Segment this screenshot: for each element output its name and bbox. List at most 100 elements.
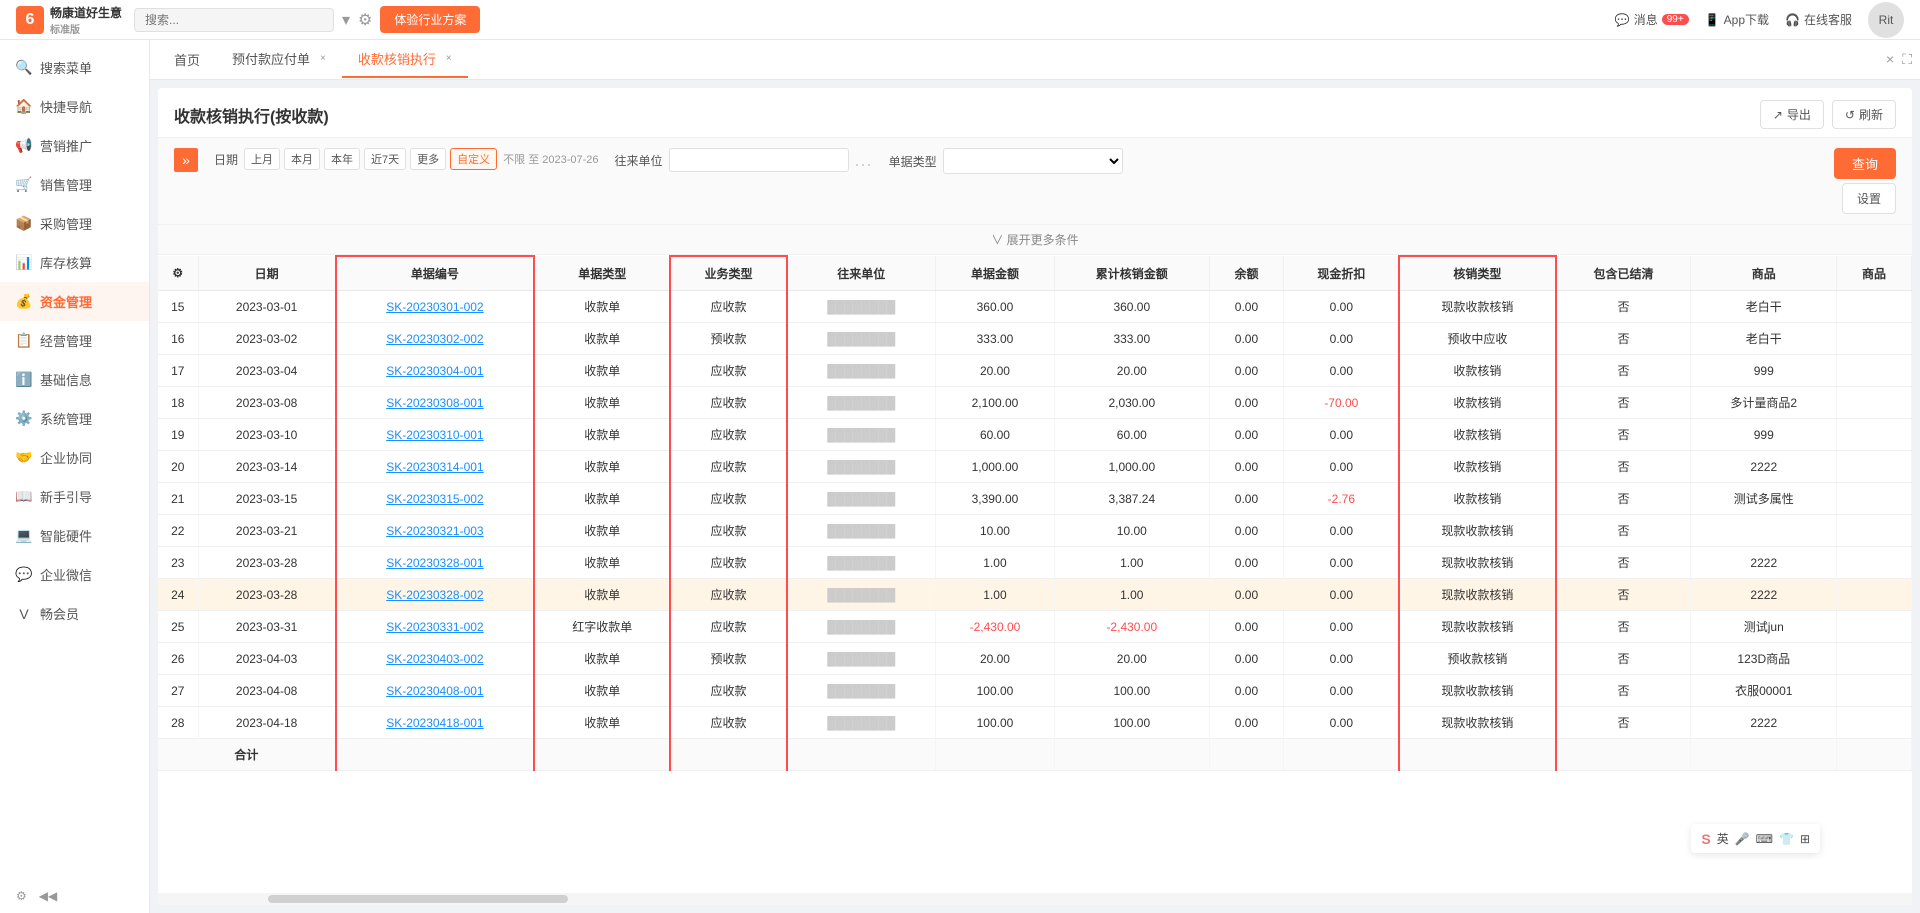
solution-button[interactable]: 体验行业方案 [380, 6, 480, 33]
cell-cancel-type: 现款收款核销 [1399, 707, 1555, 739]
sidebar-item-purchase[interactable]: 📦 采购管理 [0, 204, 149, 243]
sidebar-item-system[interactable]: ⚙️ 系统管理 [0, 399, 149, 438]
watermark-shirt-icon: 👕 [1779, 832, 1794, 846]
sidebar-item-basic-info[interactable]: ℹ️ 基础信息 [0, 360, 149, 399]
cell-include-cleared: 否 [1556, 611, 1691, 643]
cell-bill-no[interactable]: SK-20230331-002 [336, 611, 534, 643]
expand-more-bar[interactable]: ∨ 展开更多条件 [158, 225, 1912, 255]
bill-no-link[interactable]: SK-20230418-001 [386, 716, 483, 730]
tab-close-all-icon[interactable]: × [1886, 51, 1894, 68]
filter-bill-type-select[interactable] [943, 148, 1123, 174]
sidebar-item-hardware[interactable]: 💻 智能硬件 [0, 516, 149, 555]
bill-no-link[interactable]: SK-20230315-002 [386, 492, 483, 506]
topbar-chevron-icon[interactable]: ▾ [342, 10, 350, 30]
cell-bill-no[interactable]: SK-20230304-001 [336, 355, 534, 387]
scroll-thumb[interactable] [268, 895, 568, 903]
filter-date-this-month[interactable]: 本月 [284, 148, 320, 170]
tab-prepayment[interactable]: 预付款应付单 × [216, 41, 342, 78]
sidebar-item-enterprise[interactable]: 🤝 企业协同 [0, 438, 149, 477]
cell-product2 [1837, 387, 1912, 419]
cell-bill-no[interactable]: SK-20230403-002 [336, 643, 534, 675]
scroll-bar-row[interactable] [158, 893, 1912, 905]
bill-no-link[interactable]: SK-20230321-003 [386, 524, 483, 538]
sidebar-item-quick-nav[interactable]: 🏠 快捷导航 [0, 87, 149, 126]
bill-no-link[interactable]: SK-20230328-001 [386, 556, 483, 570]
cell-bill-no[interactable]: SK-20230418-001 [336, 707, 534, 739]
cell-bill-no[interactable]: SK-20230328-001 [336, 547, 534, 579]
headset-icon: 🎧 [1785, 13, 1800, 27]
filter-date-more[interactable]: 更多 [410, 148, 446, 170]
cell-bill-type: 收款单 [534, 451, 670, 483]
filter-date-custom[interactable]: 自定义 [450, 148, 497, 170]
sidebar-item-operations[interactable]: 📋 经营管理 [0, 321, 149, 360]
filter-date-7days[interactable]: 近7天 [364, 148, 406, 170]
bill-no-link[interactable]: SK-20230302-002 [386, 332, 483, 346]
table-row: 262023-04-03SK-20230403-002收款单预收款███████… [158, 643, 1912, 675]
cell-product2 [1837, 451, 1912, 483]
sidebar-item-finance[interactable]: 💰 资金管理 [0, 282, 149, 321]
filter-partner-group: 往来单位 ... [615, 148, 873, 172]
online-service-action[interactable]: 🎧 在线客服 [1785, 11, 1852, 28]
cell-cumulative: 1,000.00 [1055, 451, 1210, 483]
bill-no-link[interactable]: SK-20230314-001 [386, 460, 483, 474]
topbar-settings-icon[interactable]: ⚙ [358, 10, 372, 30]
bill-no-link[interactable]: SK-20230331-002 [386, 620, 483, 634]
logo-area: 6 畅康道好生意 标准版 [16, 4, 122, 36]
cell-product1: 测试多属性 [1691, 483, 1837, 515]
cell-bill-no[interactable]: SK-20230315-002 [336, 483, 534, 515]
filter-toggle-button[interactable]: » [174, 148, 198, 172]
filter-date-this-year[interactable]: 本年 [324, 148, 360, 170]
cell-balance: 0.00 [1209, 707, 1284, 739]
sidebar-item-member[interactable]: V 畅会员 [0, 594, 149, 633]
bill-no-link[interactable]: SK-20230301-002 [386, 300, 483, 314]
cell-bill-no[interactable]: SK-20230302-002 [336, 323, 534, 355]
cell-bill-type: 红字收款单 [534, 611, 670, 643]
cell-discount: 0.00 [1284, 451, 1399, 483]
filter-date-label: 日期 [214, 151, 238, 168]
data-table: ⚙ 日期 单据编号 单据类型 业务类型 往来单位 单据金额 累计核销金额 余额 … [158, 255, 1912, 771]
sidebar-item-marketing[interactable]: 📢 营销推广 [0, 126, 149, 165]
col-settings[interactable]: ⚙ [158, 256, 198, 291]
total-cell [1691, 739, 1837, 771]
message-action[interactable]: 💬 消息 99+ [1615, 11, 1689, 28]
refresh-button[interactable]: ↺ 刷新 [1832, 100, 1896, 129]
cell-bill-no[interactable]: SK-20230314-001 [336, 451, 534, 483]
sidebar-item-sales[interactable]: 🛒 销售管理 [0, 165, 149, 204]
cell-cancel-type: 收款核销 [1399, 419, 1555, 451]
bill-no-link[interactable]: SK-20230408-001 [386, 684, 483, 698]
sidebar-item-guide[interactable]: 📖 新手引导 [0, 477, 149, 516]
tab-prepayment-close-icon[interactable]: × [320, 53, 326, 64]
cell-balance: 0.00 [1209, 547, 1284, 579]
bill-no-link[interactable]: SK-20230308-001 [386, 396, 483, 410]
query-button[interactable]: 查询 [1834, 148, 1896, 179]
bill-no-link[interactable]: SK-20230328-002 [386, 588, 483, 602]
sidebar-collapse-icon[interactable]: ◀◀ [39, 889, 57, 903]
tab-collection-close-icon[interactable]: × [446, 53, 452, 64]
sidebar-item-wechat[interactable]: 💬 企业微信 [0, 555, 149, 594]
bill-no-link[interactable]: SK-20230304-001 [386, 364, 483, 378]
tab-collection[interactable]: 收款核销执行 × [342, 41, 468, 78]
cell-bill-no[interactable]: SK-20230310-001 [336, 419, 534, 451]
cell-bill-no[interactable]: SK-20230328-002 [336, 579, 534, 611]
bill-no-link[interactable]: SK-20230310-001 [386, 428, 483, 442]
cell-partner: ████████ [787, 643, 936, 675]
cell-partner: ████████ [787, 579, 936, 611]
filter-partner-input[interactable] [669, 148, 849, 172]
tab-home[interactable]: 首页 [158, 42, 216, 77]
sidebar-item-search-menu[interactable]: 🔍 搜索菜单 [0, 48, 149, 87]
cell-bill-no[interactable]: SK-20230308-001 [336, 387, 534, 419]
app-download-action[interactable]: 📱 App下载 [1705, 11, 1769, 28]
table-row: 232023-03-28SK-20230328-001收款单应收款███████… [158, 547, 1912, 579]
filter-settings-button[interactable]: 设置 [1842, 183, 1896, 214]
cell-bill-no[interactable]: SK-20230408-001 [336, 675, 534, 707]
user-avatar[interactable]: Rit [1868, 2, 1904, 38]
sidebar-gear-icon[interactable]: ⚙ [16, 889, 27, 903]
top-search-input[interactable] [134, 8, 334, 32]
export-button[interactable]: ↗ 导出 [1760, 100, 1824, 129]
cell-bill-no[interactable]: SK-20230301-002 [336, 291, 534, 323]
cell-bill-no[interactable]: SK-20230321-003 [336, 515, 534, 547]
tab-expand-icon[interactable]: ⛶ [1902, 51, 1912, 68]
bill-no-link[interactable]: SK-20230403-002 [386, 652, 483, 666]
filter-date-last-month[interactable]: 上月 [244, 148, 280, 170]
sidebar-item-inventory[interactable]: 📊 库存核算 [0, 243, 149, 282]
